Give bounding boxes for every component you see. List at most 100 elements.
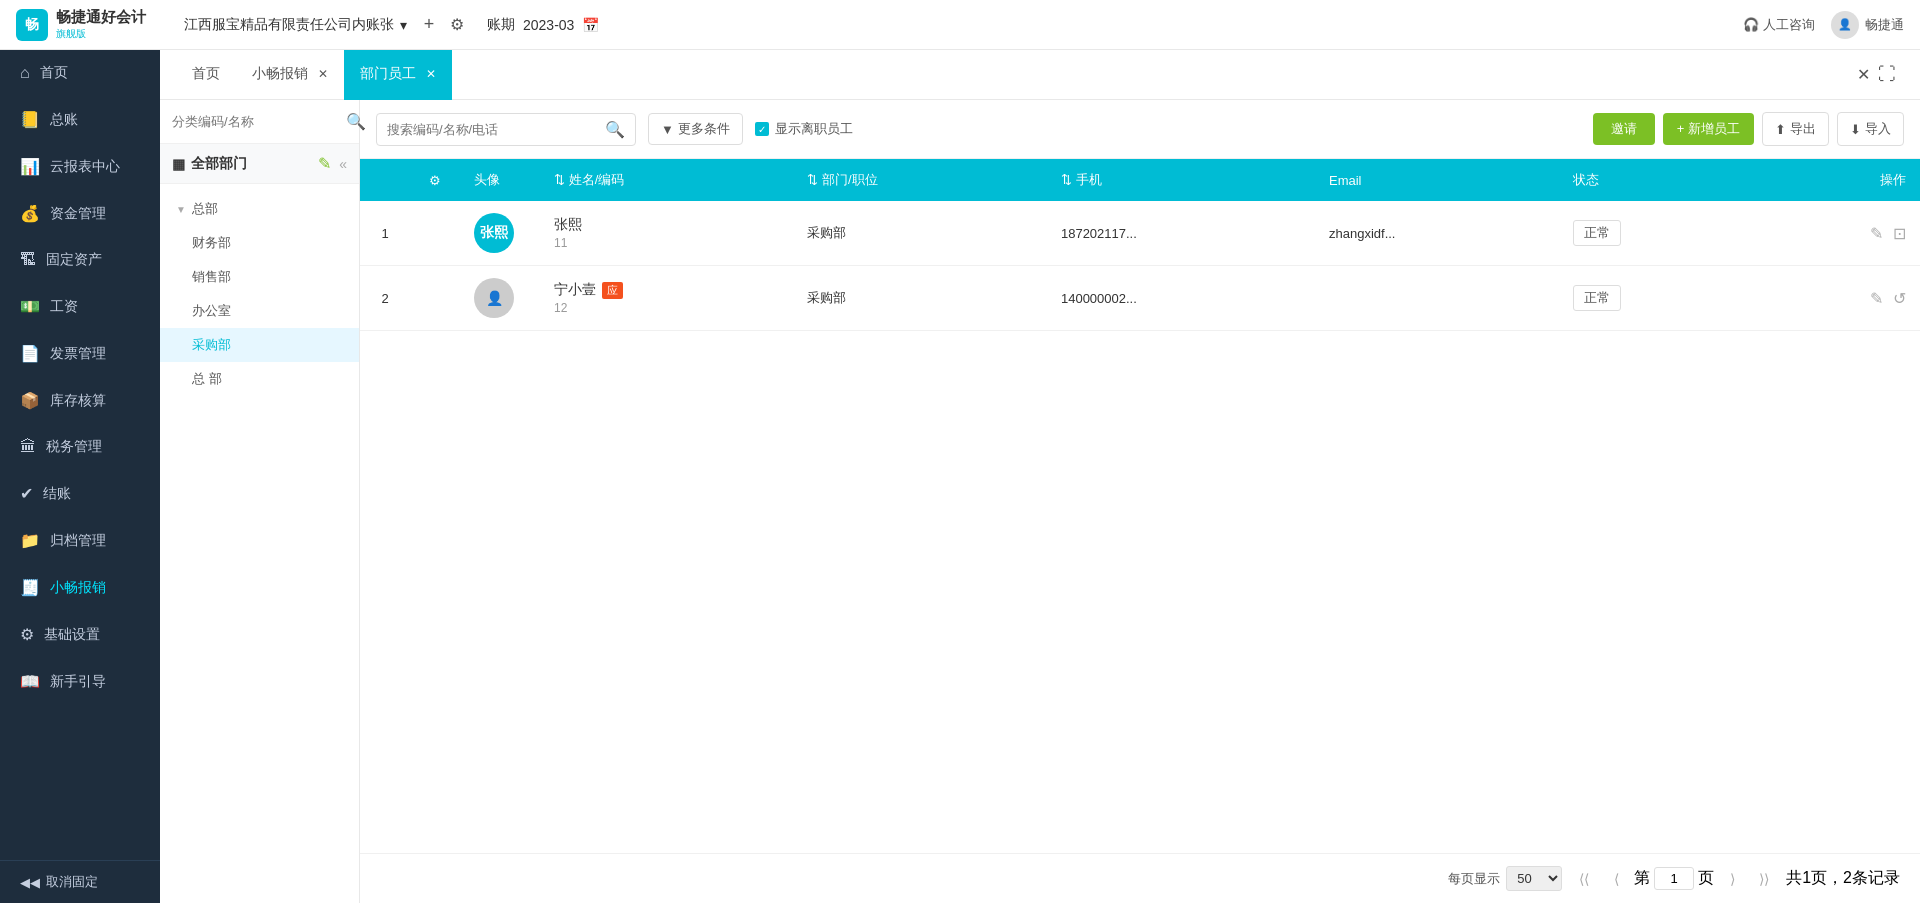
sidebar-item-basic-settings[interactable]: ⚙ 基础设置 [0,611,160,658]
assets-icon: 🏗 [20,251,36,269]
avatar-gray: 👤 [474,278,514,318]
dept-search-input[interactable] [172,114,340,129]
emp-code: 12 [554,301,779,315]
sidebar-item-close-account[interactable]: ✔ 结账 [0,470,160,517]
grid-icon: ▦ [172,156,185,172]
import-button[interactable]: ⬇ 导入 [1837,112,1904,146]
reports-icon: 📊 [20,157,40,176]
sidebar-item-guide[interactable]: 📖 新手引导 [0,658,160,705]
period-value[interactable]: 2023-03 [523,17,574,33]
col-name[interactable]: ⇅ 姓名/编码 [540,159,793,201]
dept-label: 财务部 [192,234,231,252]
sidebar-item-expense[interactable]: 🧾 小畅报销 [0,564,160,611]
employee-search-icon[interactable]: 🔍 [605,120,625,139]
dept-edit-icon[interactable]: ✎ [318,154,331,173]
row-settings [410,201,460,266]
guide-icon: 📖 [20,672,40,691]
user-area[interactable]: 👤 畅捷通 [1831,11,1904,39]
main-layout: ⌂ 首页 📒 总账 📊 云报表中心 💰 资金管理 🏗 固定资产 💵 工资 📄 发… [0,50,1920,903]
sidebar-item-archive[interactable]: 📁 归档管理 [0,517,160,564]
sidebar: ⌂ 首页 📒 总账 📊 云报表中心 💰 资金管理 🏗 固定资产 💵 工资 📄 发… [0,50,160,903]
last-page-button[interactable]: ⟩⟩ [1750,865,1778,893]
name-row: 宁小壹 应 [554,281,779,299]
sidebar-item-salary[interactable]: 💵 工资 [0,283,160,330]
dept-item-finance[interactable]: 财务部 [160,226,359,260]
logo-icon: 畅 [16,9,48,41]
edit-icon[interactable]: ✎ [1870,224,1883,243]
sidebar-item-tax[interactable]: 🏛 税务管理 [0,424,160,470]
invite-button[interactable]: 邀请 [1593,113,1655,145]
dept-collapse-icon[interactable]: « [339,156,347,172]
dept-item-purchasing[interactable]: 采购部 [160,328,359,362]
tab-employees[interactable]: 部门员工 ✕ [344,50,452,100]
sidebar-item-general-ledger[interactable]: 📒 总账 [0,96,160,143]
col-settings[interactable]: ⚙ [410,159,460,201]
add-employee-button[interactable]: + 新增员工 [1663,113,1754,145]
dept-item-office[interactable]: 办公室 [160,294,359,328]
per-page-select[interactable]: 50 100 200 [1506,866,1562,891]
close-window-btn[interactable]: ✕ [1857,65,1870,84]
sidebar-cancel-pin[interactable]: ◀◀ 取消固定 [0,860,160,903]
company-name: 江西服宝精品有限责任公司内账张 [184,16,394,34]
next-page-button[interactable]: ⟩ [1718,865,1746,893]
first-page-button[interactable]: ⟨⟨ [1570,865,1598,893]
invoice-icon: 📄 [20,344,40,363]
collapse-triangle: ▼ [176,204,186,215]
tab-expense-close[interactable]: ✕ [318,67,328,81]
all-dept-label: ▦ 全部部门 [172,155,247,173]
dept-item-zongbu[interactable]: 总 部 [160,362,359,396]
add-button[interactable]: + [415,11,443,39]
prev-page-button[interactable]: ⟨ [1602,865,1630,893]
show-resigned-toggle[interactable]: 显示离职员工 [755,120,853,138]
name-code-block: 张熙 11 [554,216,779,250]
sidebar-item-invoice[interactable]: 📄 发票管理 [0,330,160,377]
sidebar-item-label: 总账 [50,111,78,129]
row-dept: 采购部 [793,266,1046,331]
period-area: 账期 2023-03 📅 [487,16,599,34]
refresh-icon[interactable]: ↺ [1893,289,1906,308]
sort-icon: ⇅ [1061,172,1072,187]
sidebar-item-assets[interactable]: 🏗 固定资产 [0,237,160,283]
app-sub: 旗舰版 [56,27,146,41]
row-avatar: 👤 [460,266,540,331]
row-phone: 187202117... [1047,201,1315,266]
tax-icon: 🏛 [20,438,36,456]
dept-label: 总 部 [192,370,222,388]
service-button[interactable]: 🎧 人工咨询 [1743,16,1815,34]
logout-icon[interactable]: ⊡ [1893,224,1906,243]
table-row: 2 👤 宁小壹 应 [360,266,1920,331]
page-number-input[interactable] [1654,867,1694,890]
right-panel: 🔍 ▼ 更多条件 显示离职员工 邀请 + 新增员工 ⬆ [360,100,1920,903]
col-phone[interactable]: ⇅ 手机 [1047,159,1315,201]
tab-expense-label: 小畅报销 [252,65,308,83]
sidebar-item-label: 新手引导 [50,673,106,691]
company-selector[interactable]: 江西服宝精品有限责任公司内账张 ▾ [176,12,415,38]
sidebar-item-inventory[interactable]: 📦 库存核算 [0,377,160,424]
dept-label: 办公室 [192,302,231,320]
tab-employees-close[interactable]: ✕ [426,67,436,81]
calendar-icon[interactable]: 📅 [582,17,599,33]
tab-expense[interactable]: 小畅报销 ✕ [236,50,344,100]
fullscreen-btn[interactable]: ⛶ [1878,64,1896,85]
row-name-code: 张熙 11 [540,201,793,266]
content-area: 首页 小畅报销 ✕ 部门员工 ✕ ✕ ⛶ 🔍 [160,50,1920,903]
row-phone: 140000002... [1047,266,1315,331]
sidebar-item-label: 云报表中心 [50,158,120,176]
tab-home[interactable]: 首页 [176,50,236,100]
sidebar-item-label: 归档管理 [50,532,106,550]
settings-button[interactable]: ⚙ [443,11,471,39]
more-filter-button[interactable]: ▼ 更多条件 [648,113,743,145]
sidebar-item-home[interactable]: ⌂ 首页 [0,50,160,96]
edit-icon[interactable]: ✎ [1870,289,1883,308]
sidebar-item-reports[interactable]: 📊 云报表中心 [0,143,160,190]
dept-item-zongbu-parent[interactable]: ▼ 总部 [160,192,359,226]
dept-item-sales[interactable]: 销售部 [160,260,359,294]
import-icon: ⬇ [1850,122,1861,137]
col-dept[interactable]: ⇅ 部门/职位 [793,159,1046,201]
inventory-icon: 📦 [20,391,40,410]
export-button[interactable]: ⬆ 导出 [1762,112,1829,146]
employee-search-input[interactable] [387,122,599,137]
dropdown-icon: ▾ [400,17,407,33]
sidebar-item-finance[interactable]: 💰 资金管理 [0,190,160,237]
table-row: 1 张熙 张熙 11 [360,201,1920,266]
